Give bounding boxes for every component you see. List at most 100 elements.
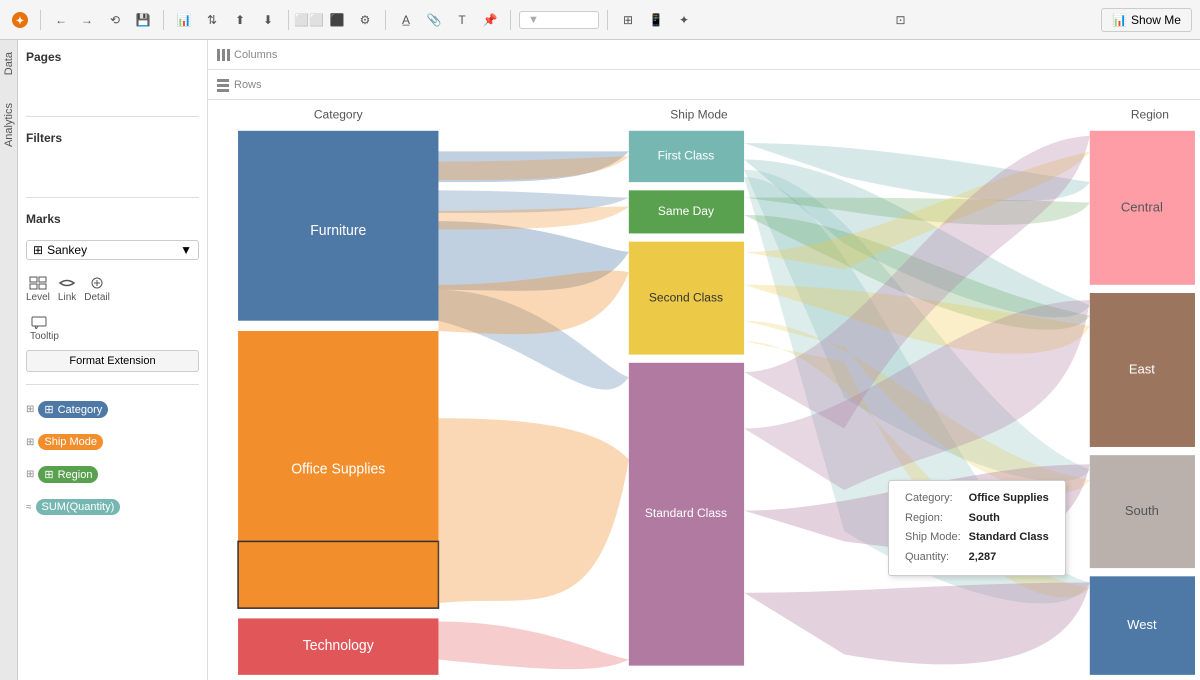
marks-type-dropdown[interactable]: ⊞ Sankey ▼ — [26, 240, 199, 260]
ship-mode-pill[interactable]: Ship Mode — [38, 434, 103, 450]
category-header: Category — [314, 107, 364, 121]
data-tab[interactable]: Data — [1, 48, 17, 79]
pages-area — [26, 74, 199, 104]
south-label: South — [1125, 503, 1159, 518]
format-extension-button[interactable]: Format Extension — [26, 350, 199, 372]
show-me-button[interactable]: 📊 Show Me — [1101, 8, 1192, 32]
rows-text: Rows — [234, 79, 262, 91]
sep1 — [40, 10, 41, 30]
region-header: Region — [1131, 107, 1169, 121]
fix-button[interactable]: ⚙ — [353, 8, 377, 32]
share-button[interactable]: ✦ — [672, 8, 696, 32]
quantity-pill-label: SUM(Quantity) — [42, 501, 115, 513]
ship-mode-pill-icon: ⊞ — [26, 437, 34, 448]
columns-text: Columns — [234, 49, 277, 61]
annotation-button[interactable]: 📎 — [422, 8, 446, 32]
category-pill[interactable]: ⊞ Category — [38, 401, 108, 418]
category-pill-label: Category — [58, 404, 103, 416]
back-button[interactable]: ← — [49, 8, 73, 32]
sep2 — [163, 10, 164, 30]
level-button[interactable]: Level — [26, 276, 50, 303]
marks-title: Marks — [26, 210, 199, 228]
tooltip-button[interactable]: Tooltip — [30, 315, 199, 342]
save-button[interactable]: 💾 — [131, 8, 155, 32]
marks-icons-group: Level Link Detail — [26, 276, 199, 303]
left-panel: Pages Filters Marks ⊞ Sankey ▼ Level Lin… — [18, 40, 208, 680]
layout-button[interactable]: ⬛ — [325, 8, 349, 32]
svg-text:✦: ✦ — [16, 16, 24, 27]
sidebar-tabs: Data Analytics — [0, 40, 18, 680]
text-button[interactable]: T — [450, 8, 474, 32]
viz-area: Category Ship Mode Region Furniture Offi… — [208, 100, 1200, 680]
columns-shelf: Columns — [208, 40, 1200, 70]
sankey-chart[interactable]: Category Ship Mode Region Furniture Offi… — [208, 100, 1200, 680]
swap-button[interactable]: ⇅ — [200, 8, 224, 32]
detail-label: Detail — [84, 292, 110, 303]
quantity-pill[interactable]: SUM(Quantity) — [36, 499, 121, 515]
sankey-icon: ⊞ — [33, 243, 43, 257]
pages-title: Pages — [26, 48, 199, 66]
region-pill-row: ⊞ ⊞ Region — [26, 464, 199, 485]
show-me-label: Show Me — [1131, 13, 1181, 27]
quantity-pill-row: ≈ SUM(Quantity) — [26, 497, 199, 517]
link-label: Link — [58, 292, 76, 303]
ship-mode-pill-row: ⊞ Ship Mode — [26, 432, 199, 452]
present-button[interactable]: ⊡ — [889, 8, 913, 32]
sep6 — [607, 10, 608, 30]
analytics-tab[interactable]: Analytics — [1, 99, 17, 151]
main-layout: Data Analytics Pages Filters Marks ⊞ San… — [0, 40, 1200, 680]
detail-button[interactable]: Detail — [84, 276, 110, 303]
toolbar: ✦ ← → ⟲ 💾 📊 ⇅ ⬆ ⬇ ⬜⬜ ⬛ ⚙ A̲ 📎 T 📌 ▼ ⊞ 📱 … — [0, 0, 1200, 40]
link-button[interactable]: Link — [58, 276, 76, 303]
filter-dropdown[interactable]: ▼ — [519, 11, 599, 29]
flow-tech-standard-class — [438, 621, 628, 669]
marks-type-label: Sankey — [47, 243, 87, 257]
category-pill-icon: ⊞ — [26, 404, 34, 415]
device-button[interactable]: 📱 — [644, 8, 668, 32]
dropdown-arrow: ▼ — [180, 243, 192, 257]
forward-button[interactable]: → — [75, 8, 99, 32]
grid-button[interactable]: ⊞ — [616, 8, 640, 32]
filters-title: Filters — [26, 129, 199, 147]
standard-class-label: Standard Class — [645, 506, 727, 520]
tooltip-icon-row: Tooltip — [30, 315, 199, 342]
group-button[interactable]: ⬜⬜ — [297, 8, 321, 32]
flow-office-standard-class — [438, 418, 628, 603]
divider3 — [26, 384, 199, 385]
category-pill-cross: ⊞ — [44, 403, 53, 416]
ship-mode-header: Ship Mode — [670, 107, 728, 121]
office-supplies-label: Office Supplies — [291, 461, 385, 477]
rows-label: Rows — [216, 78, 276, 92]
undo-button[interactable]: ⟲ — [103, 8, 127, 32]
west-label: West — [1127, 617, 1157, 632]
category-pill-row: ⊞ ⊞ Category — [26, 399, 199, 420]
first-class-label: First Class — [658, 149, 715, 163]
same-day-label: Same Day — [658, 204, 715, 218]
region-pill-icon: ⊞ — [26, 469, 34, 480]
technology-label: Technology — [303, 638, 375, 654]
furniture-label: Furniture — [310, 223, 366, 239]
sep3 — [288, 10, 289, 30]
quantity-pill-icon: ≈ — [26, 502, 32, 513]
region-pill[interactable]: ⊞ Region — [38, 466, 98, 483]
region-pill-label: Region — [58, 469, 93, 481]
nav-group: ← → — [49, 8, 99, 32]
tooltip-label: Tooltip — [30, 331, 59, 342]
highlight-button[interactable]: A̲ — [394, 8, 418, 32]
chart-type-button[interactable]: 📊 — [172, 8, 196, 32]
pin-button[interactable]: 📌 — [478, 8, 502, 32]
east-label: East — [1129, 361, 1155, 376]
rows-shelf: Rows — [208, 70, 1200, 100]
columns-label: Columns — [216, 48, 277, 62]
chart-icon: 📊 — [1112, 13, 1127, 27]
sort-desc-button[interactable]: ⬇ — [256, 8, 280, 32]
divider2 — [26, 197, 199, 198]
sep5 — [510, 10, 511, 30]
cursor-icon: ↖ — [894, 529, 906, 545]
content-area: Columns Rows Category Ship Mode Region F… — [208, 40, 1200, 680]
sort-asc-button[interactable]: ⬆ — [228, 8, 252, 32]
second-class-label: Second Class — [649, 290, 723, 304]
logo-icon[interactable]: ✦ — [8, 8, 32, 32]
central-label: Central — [1121, 199, 1163, 214]
level-label: Level — [26, 292, 50, 303]
